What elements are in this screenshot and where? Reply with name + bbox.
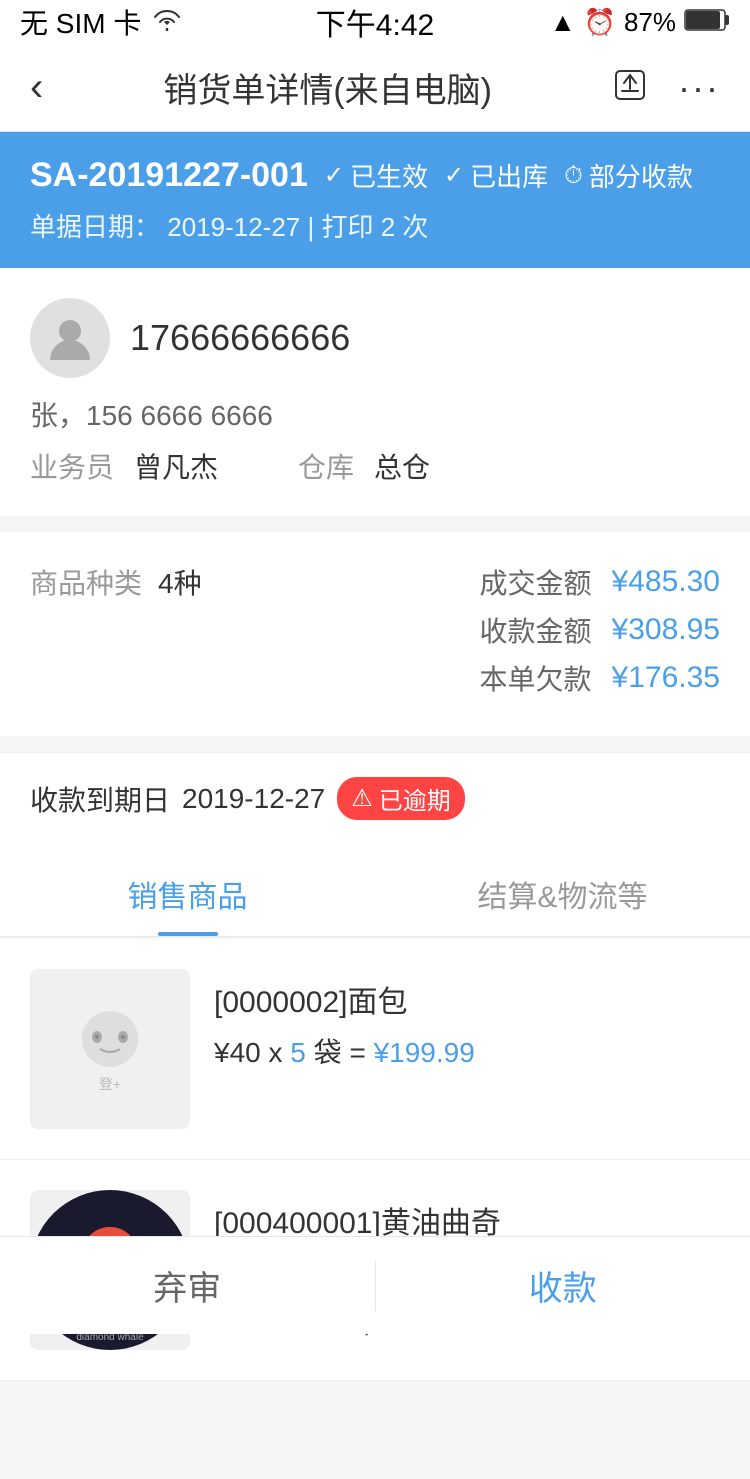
list-item: 登+ [0000002]面包 ¥40 x 5 袋 = ¥199.99 (0, 939, 750, 1160)
order-meta: 单据日期： 2019-12-27 | 打印 2 次 (30, 207, 720, 244)
due-section: 收款到期日 2019-12-27 ⚠ 已逾期 (0, 752, 750, 844)
tab-products[interactable]: 销售商品 (0, 844, 375, 936)
status-left: 无 SIM 卡 (20, 2, 183, 42)
overdue-badge: ⚠ 已逾期 (337, 777, 465, 820)
location-icon: ▲ (550, 7, 576, 38)
customer-id: 17666666666 (130, 317, 350, 359)
wifi-icon (151, 6, 183, 38)
stats-row: 商品种类 4种 成交金额 ¥485.30 收款金额 ¥308.95 本单欠款 ¥… (30, 562, 720, 706)
order-id: SA-20191227-001 (30, 156, 308, 195)
product-name-1: [0000002]面包 (214, 977, 720, 1021)
status-time: 下午4:42 (316, 0, 434, 44)
nav-bar: ‹ 销货单详情(来自电脑) ··· (0, 44, 750, 132)
nav-icons: ··· (612, 67, 720, 109)
cancel-button[interactable]: 弃审 (0, 1237, 375, 1334)
back-button[interactable]: ‹ (30, 65, 43, 110)
status-bar: 无 SIM 卡 下午4:42 ▲ ⏰ 87% (0, 0, 750, 44)
check-icon-1: ✓ (324, 161, 344, 190)
order-header: SA-20191227-001 ✓ 已生效 ✓ 已出库 ⏱ 部分收款 单据日期：… (0, 132, 750, 268)
status-effective: ✓ 已生效 (324, 157, 428, 194)
battery-text: 87% (624, 7, 676, 38)
tab-settlement[interactable]: 结算&物流等 (375, 844, 750, 936)
bottom-bar: 弃审 收款 (0, 1236, 750, 1334)
collected-amount: 收款金额 ¥308.95 (480, 610, 720, 650)
alarm-icon: ⏰ (584, 7, 616, 38)
tabs-section: 销售商品 结算&物流等 (0, 844, 750, 937)
customer-name: 张，156 6666 6666 (30, 394, 720, 434)
product-info-1: [0000002]面包 ¥40 x 5 袋 = ¥199.99 (214, 969, 720, 1071)
warning-icon: ⚠ (351, 784, 373, 813)
status-right: ▲ ⏰ 87% (550, 7, 730, 38)
more-icon[interactable]: ··· (678, 67, 720, 109)
customer-details: 业务员 曾凡杰 仓库 总仓 (30, 446, 720, 486)
status-shipped: ✓ 已出库 (444, 157, 548, 194)
share-icon[interactable] (612, 67, 648, 108)
battery-icon (684, 7, 730, 38)
product-price-1: ¥40 x 5 袋 = ¥199.99 (214, 1031, 720, 1071)
owed-amount: 本单欠款 ¥176.35 (480, 658, 720, 698)
deal-amount: 成交金额 ¥485.30 (480, 562, 720, 602)
clock-icon: ⏱ (564, 162, 583, 190)
check-icon-2: ✓ (444, 161, 464, 190)
customer-section: 17666666666 张，156 6666 6666 业务员 曾凡杰 仓库 总… (0, 268, 750, 516)
stats-left: 商品种类 4种 (30, 562, 202, 602)
svg-text:登+: 登+ (99, 1076, 121, 1092)
customer-top: 17666666666 (30, 298, 720, 378)
product-image-1: 登+ (30, 969, 190, 1129)
stats-section: 商品种类 4种 成交金额 ¥485.30 收款金额 ¥308.95 本单欠款 ¥… (0, 532, 750, 736)
stats-right: 成交金额 ¥485.30 收款金额 ¥308.95 本单欠款 ¥176.35 (480, 562, 720, 706)
page-title: 销货单详情(来自电脑) (163, 63, 492, 112)
status-payment: ⏱ 部分收款 (564, 157, 693, 194)
due-row: 收款到期日 2019-12-27 ⚠ 已逾期 (30, 777, 720, 820)
collect-button[interactable]: 收款 (376, 1237, 750, 1334)
avatar (30, 298, 110, 378)
carrier-text: 无 SIM 卡 (20, 2, 141, 42)
order-id-row: SA-20191227-001 ✓ 已生效 ✓ 已出库 ⏱ 部分收款 (30, 156, 720, 195)
